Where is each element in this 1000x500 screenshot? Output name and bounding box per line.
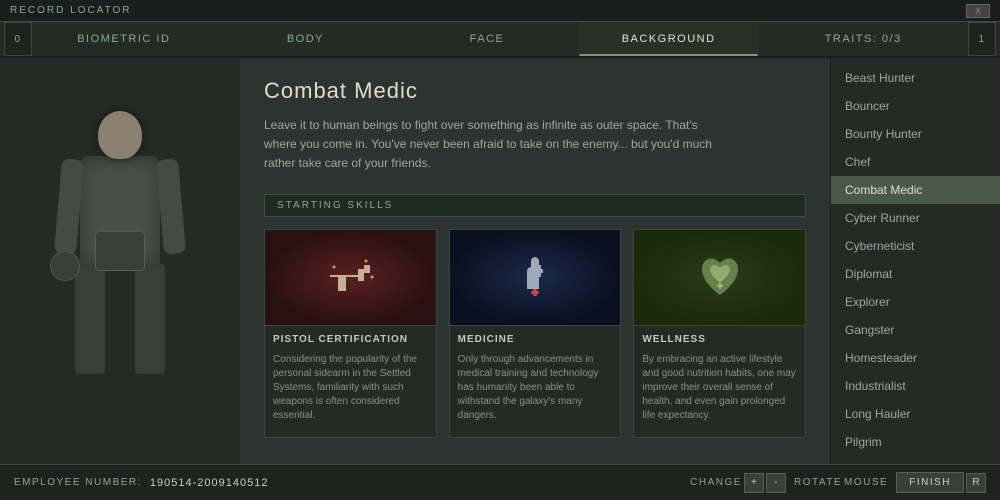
background-list-item[interactable]: Cyber Runner bbox=[831, 204, 1000, 232]
background-list-item[interactable]: Gangster bbox=[831, 316, 1000, 344]
background-list-item[interactable]: Homesteader bbox=[831, 344, 1000, 372]
background-name: Combat Medic bbox=[264, 78, 806, 104]
nav-bar: 0 BIOMETRIC ID BODY FACE BACKGROUND TRAI… bbox=[0, 22, 1000, 58]
employee-label: EMPLOYEE NUMBER: bbox=[14, 477, 142, 488]
skill-icon-area-medicine bbox=[450, 230, 621, 325]
change-prev-btn[interactable]: + bbox=[744, 473, 764, 493]
bottom-right-controls: CHANGE + - ROTATE MOUSE FINISH R bbox=[690, 472, 986, 493]
skill-desc-wellness: By embracing an active lifestyle and goo… bbox=[634, 349, 805, 427]
finish-group: FINISH R bbox=[896, 472, 986, 493]
char-helmet bbox=[50, 251, 80, 281]
background-list-item[interactable]: Diplomat bbox=[831, 260, 1000, 288]
skills-header: STARTING SKILLS bbox=[264, 194, 806, 217]
skills-section: STARTING SKILLS bbox=[264, 194, 806, 438]
skill-card-wellness: WELLNESS By embracing an active lifestyl… bbox=[633, 229, 806, 438]
tab-biometric[interactable]: BIOMETRIC ID bbox=[34, 22, 214, 56]
change-next-btn[interactable]: - bbox=[766, 473, 786, 493]
skill-icon-bg-medicine bbox=[450, 230, 621, 325]
skill-icon-bg-wellness bbox=[634, 230, 805, 325]
background-list-item[interactable]: Explorer bbox=[831, 288, 1000, 316]
nav-prev-btn[interactable]: 0 bbox=[4, 22, 32, 56]
character-panel bbox=[0, 58, 240, 464]
background-list-item[interactable]: Pilgrim bbox=[831, 428, 1000, 456]
pistol-icon bbox=[320, 247, 380, 307]
char-chest-detail bbox=[95, 231, 145, 271]
char-head bbox=[98, 111, 142, 159]
background-list-item[interactable]: Professor bbox=[831, 456, 1000, 464]
change-group: CHANGE + - bbox=[690, 473, 786, 493]
tab-face[interactable]: FACE bbox=[397, 22, 577, 56]
skill-name-pistol: PISTOL CERTIFICATION bbox=[265, 325, 436, 349]
character-silhouette bbox=[20, 91, 220, 431]
background-list-item[interactable]: Bouncer bbox=[831, 92, 1000, 120]
skill-card-pistol: PISTOL CERTIFICATION Considering the pop… bbox=[264, 229, 437, 438]
finish-button[interactable]: FINISH bbox=[896, 472, 964, 493]
char-arm-right bbox=[156, 158, 186, 255]
skill-name-medicine: MEDICINE bbox=[450, 325, 621, 349]
background-list: Beast HunterBouncerBounty HunterChefComb… bbox=[830, 58, 1000, 464]
character-figure bbox=[40, 101, 200, 421]
finish-key[interactable]: R bbox=[966, 473, 986, 493]
background-list-item[interactable]: Cyberneticist bbox=[831, 232, 1000, 260]
mouse-label: MOUSE bbox=[844, 477, 888, 488]
tab-traits[interactable]: TRAITS: 0/3 bbox=[760, 22, 966, 56]
background-list-item[interactable]: Industrialist bbox=[831, 372, 1000, 400]
skill-card-medicine: MEDICINE Only through advancements in me… bbox=[449, 229, 622, 438]
nav-next-btn[interactable]: 1 bbox=[968, 22, 996, 56]
close-button[interactable]: X bbox=[966, 4, 990, 18]
background-list-item[interactable]: Long Hauler bbox=[831, 400, 1000, 428]
employee-number: 190514-2009140512 bbox=[150, 477, 269, 489]
char-torso bbox=[80, 156, 160, 266]
tab-background[interactable]: BACKGROUND bbox=[579, 22, 759, 56]
heart-icon bbox=[690, 247, 750, 307]
title-bar: RECORD LOCATOR X bbox=[0, 0, 1000, 22]
skill-icon-bg-pistol bbox=[265, 230, 436, 325]
skill-desc-pistol: Considering the popularity of the person… bbox=[265, 349, 436, 427]
rotate-group: ROTATE MOUSE bbox=[794, 477, 888, 488]
background-list-item[interactable]: Beast Hunter bbox=[831, 64, 1000, 92]
skill-name-wellness: WELLNESS bbox=[634, 325, 805, 349]
center-panel: Combat Medic Leave it to human beings to… bbox=[240, 58, 830, 464]
background-description: Leave it to human beings to fight over s… bbox=[264, 116, 724, 174]
skill-desc-medicine: Only through advancements in medical tra… bbox=[450, 349, 621, 427]
bottom-bar: EMPLOYEE NUMBER: 190514-2009140512 CHANG… bbox=[0, 464, 1000, 500]
skill-icon-area-wellness bbox=[634, 230, 805, 325]
title-bar-text: RECORD LOCATOR bbox=[10, 5, 132, 16]
char-leg-left bbox=[75, 264, 105, 374]
skills-grid: PISTOL CERTIFICATION Considering the pop… bbox=[264, 229, 806, 438]
skill-icon-area-pistol bbox=[265, 230, 436, 325]
background-list-item[interactable]: Bounty Hunter bbox=[831, 120, 1000, 148]
rotate-label: ROTATE bbox=[794, 477, 842, 488]
glove-icon bbox=[505, 247, 565, 307]
background-list-item[interactable]: Combat Medic bbox=[831, 176, 1000, 204]
main-content: Combat Medic Leave it to human beings to… bbox=[0, 58, 1000, 464]
char-leg-right bbox=[135, 264, 165, 374]
change-label: CHANGE bbox=[690, 477, 742, 488]
tab-body[interactable]: BODY bbox=[216, 22, 396, 56]
background-list-item[interactable]: Chef bbox=[831, 148, 1000, 176]
